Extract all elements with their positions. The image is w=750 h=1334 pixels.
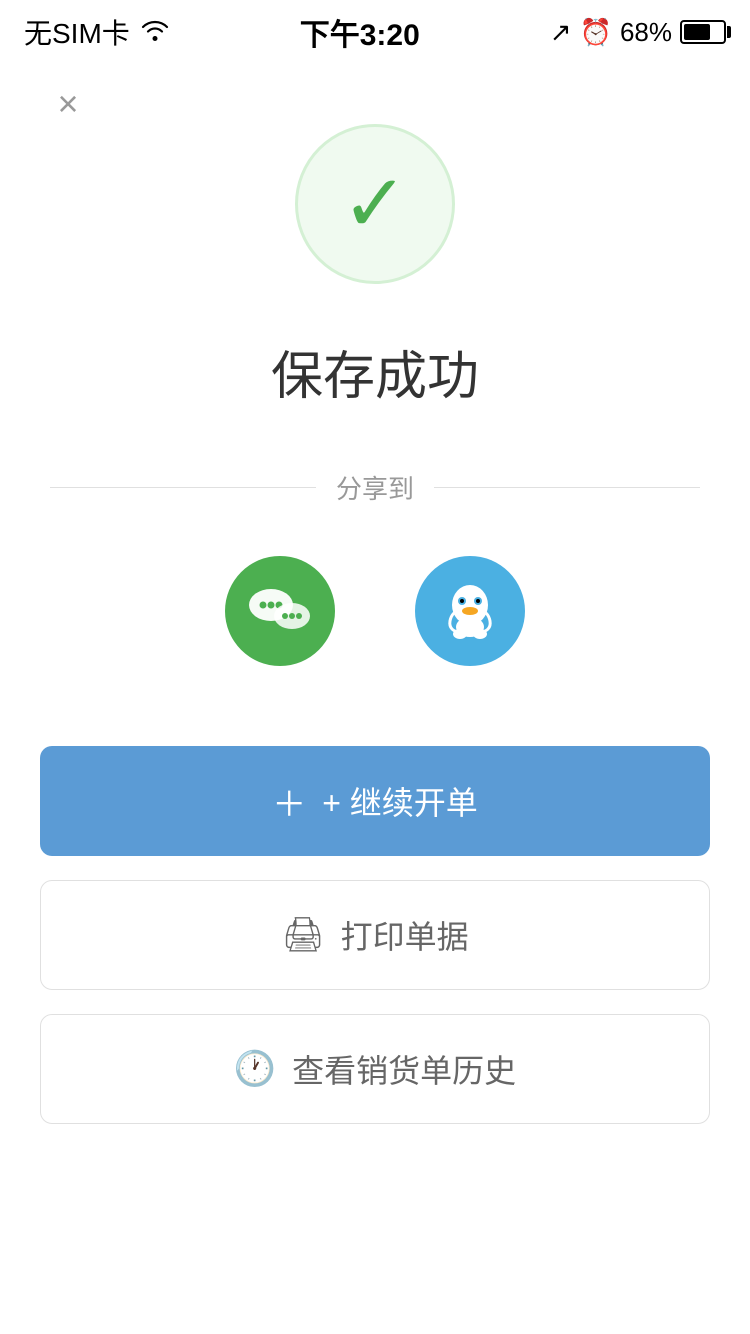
status-right: ↗ ⏰ 68%: [550, 17, 726, 48]
qq-icon: [440, 579, 500, 643]
success-title: 保存成功: [271, 334, 479, 409]
close-button[interactable]: ×: [44, 80, 92, 128]
checkmark-icon: ✓: [341, 164, 408, 244]
main-content: ✓ 保存成功 分享到: [0, 64, 750, 1124]
print-label: 打印单据: [341, 912, 469, 958]
share-divider: 分享到: [0, 469, 750, 506]
share-icons: [225, 556, 525, 666]
share-label: 分享到: [316, 469, 434, 506]
status-left: 无SIM卡: [24, 12, 170, 52]
alarm-icon: ⏰: [580, 17, 612, 48]
share-line-right: [434, 487, 700, 488]
plus-icon: ＋: [272, 777, 306, 826]
history-label: 查看销货单历史: [292, 1046, 516, 1092]
history-button[interactable]: 🕐 查看销货单历史: [40, 1014, 710, 1124]
success-circle: ✓: [295, 124, 455, 284]
status-bar: 无SIM卡 下午3:20 ↗ ⏰ 68%: [0, 0, 750, 64]
continue-button[interactable]: ＋ + 继续开单: [40, 746, 710, 856]
close-icon: ×: [57, 86, 78, 122]
location-icon: ↗: [550, 17, 572, 48]
battery-percent: 68%: [620, 17, 672, 48]
clock-icon: 🕐: [234, 1049, 276, 1089]
carrier-text: 无SIM卡: [24, 12, 130, 52]
battery-icon: [680, 20, 726, 44]
print-icon: 🖨: [281, 915, 324, 955]
share-section: 分享到: [0, 469, 750, 666]
share-line-left: [50, 487, 316, 488]
qq-share-button[interactable]: [415, 556, 525, 666]
print-button[interactable]: 🖨 打印单据: [40, 880, 710, 990]
wechat-icon: [245, 581, 315, 641]
wifi-icon: [140, 16, 170, 48]
continue-label: + 继续开单: [322, 778, 478, 824]
actions: ＋ + 继续开单 🖨 打印单据 🕐 查看销货单历史: [0, 746, 750, 1124]
wechat-share-button[interactable]: [225, 556, 335, 666]
time-display: 下午3:20: [300, 10, 420, 54]
